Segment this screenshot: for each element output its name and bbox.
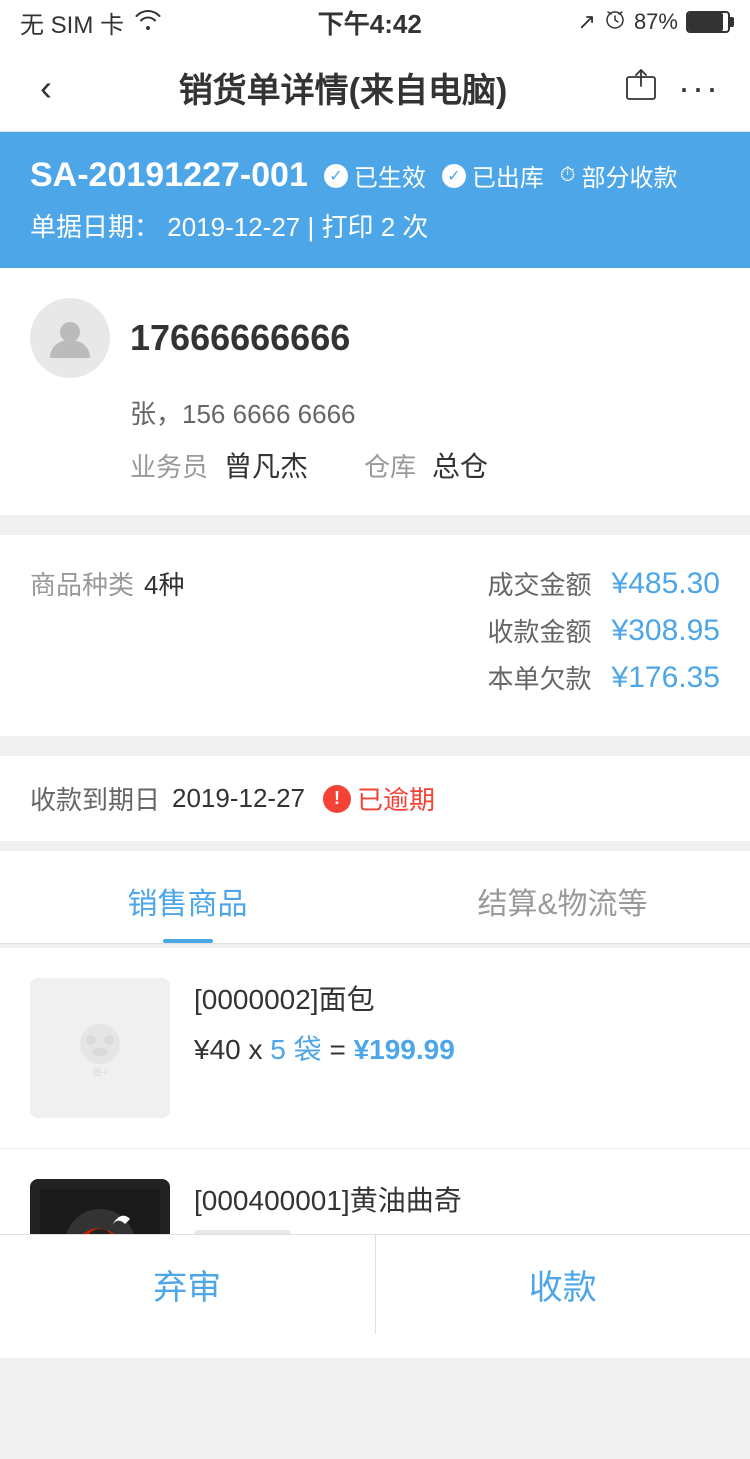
staff-label: 业务员 — [130, 447, 208, 484]
product-type-row: 商品种类 4种 — [30, 565, 184, 602]
product-name-2: [000400001]黄油曲奇 — [194, 1179, 720, 1219]
status-time: 下午4:42 — [318, 4, 422, 41]
product-name-1: [0000002]面包 — [194, 978, 720, 1018]
product-thumb-1: 兽+ — [30, 978, 170, 1118]
check-icon-1: ✓ — [324, 164, 348, 188]
carrier-text: 无 SIM 卡 — [20, 5, 124, 40]
location-icon: ↗ — [578, 9, 596, 35]
badge-active: ✓ 已生效 — [324, 158, 426, 193]
badge-shipped: ✓ 已出库 — [442, 158, 544, 193]
check-icon-2: ✓ — [442, 164, 466, 188]
battery-text: 87% — [634, 9, 678, 35]
alarm-icon — [604, 8, 626, 36]
due-date-value: 2019-12-27 — [172, 783, 305, 814]
overdue-icon: ! — [323, 785, 351, 813]
status-right: ↗ 87% — [578, 8, 730, 36]
staff-row: 业务员 曾凡杰 仓库 总仓 — [30, 445, 720, 485]
status-left: 无 SIM 卡 — [20, 5, 162, 40]
header-banner: SA-20191227-001 ✓ 已生效 ✓ 已出库 ⏱ 部分收款 单据日期：… — [0, 132, 750, 268]
received-amount-value: ¥308.95 — [612, 614, 720, 648]
print-count: 2 — [381, 212, 395, 242]
nav-title: 销货单详情(来自电脑) — [179, 63, 508, 112]
product-price-1: ¥40 x 5 袋 = ¥199.99 — [194, 1028, 720, 1068]
collect-payment-button[interactable]: 收款 — [376, 1235, 750, 1334]
price-unit-1: ¥40 — [194, 1034, 241, 1065]
customer-id: 17666666666 — [130, 317, 350, 359]
debt-label: 本单欠款 — [488, 659, 592, 696]
nav-actions: ··· — [624, 67, 720, 109]
tab-settlement[interactable]: 结算&物流等 — [375, 851, 750, 943]
nav-bar: ‹ 销货单详情(来自电脑) ··· — [0, 44, 750, 132]
summary-section: 商品种类 4种 成交金额 ¥485.30 收款金额 ¥308.95 本单欠款 ¥… — [0, 535, 750, 736]
badge-partial: ⏱ 部分收款 — [560, 158, 678, 193]
staff-name: 曾凡杰 — [224, 445, 308, 485]
due-date-section: 收款到期日 2019-12-27 ! 已逾期 — [0, 756, 750, 841]
deal-amount-row: 成交金额 ¥485.30 — [488, 565, 720, 602]
print-label: | 打印 — [307, 212, 373, 242]
summary-right: 成交金额 ¥485.30 收款金额 ¥308.95 本单欠款 ¥176.35 — [488, 565, 720, 706]
due-label: 收款到期日 — [30, 780, 160, 817]
more-icon[interactable]: ··· — [678, 67, 720, 109]
total-1: ¥199.99 — [354, 1034, 455, 1065]
debt-value: ¥176.35 — [612, 661, 720, 695]
abandon-review-button[interactable]: 弃审 — [0, 1235, 376, 1334]
order-id-row: SA-20191227-001 ✓ 已生效 ✓ 已出库 ⏱ 部分收款 — [30, 156, 720, 195]
summary-left: 商品种类 4种 — [30, 565, 184, 608]
customer-avatar — [30, 298, 110, 378]
product-item-1: 兽+ [0000002]面包 ¥40 x 5 袋 = ¥199.99 — [0, 948, 750, 1149]
overdue-badge: ! 已逾期 — [323, 780, 435, 817]
date-label: 单据日期： — [30, 212, 160, 242]
wifi-icon — [134, 8, 162, 37]
back-button[interactable]: ‹ — [30, 57, 62, 119]
overdue-text: 已逾期 — [357, 780, 435, 817]
tabs-section: 销售商品 结算&物流等 — [0, 851, 750, 944]
svg-text:兽+: 兽+ — [92, 1066, 108, 1079]
status-bar: 无 SIM 卡 下午4:42 ↗ 87% — [0, 0, 750, 44]
print-unit: 次 — [402, 212, 428, 242]
warehouse-name: 总仓 — [432, 445, 488, 485]
deal-amount-label: 成交金额 — [488, 565, 592, 602]
customer-phone: 张，156 6666 6666 — [30, 394, 720, 431]
customer-name-row: 17666666666 — [30, 298, 720, 378]
order-date: 2019-12-27 — [167, 212, 300, 242]
qty-unit-1: 袋 — [294, 1034, 322, 1065]
received-amount-row: 收款金额 ¥308.95 — [488, 612, 720, 649]
product-type-label: 商品种类 — [30, 565, 134, 602]
debt-row: 本单欠款 ¥176.35 — [488, 659, 720, 696]
warehouse-label: 仓库 — [364, 447, 416, 484]
qty-1: 5 — [270, 1034, 286, 1065]
battery-icon — [686, 11, 730, 33]
customer-section: 17666666666 张，156 6666 6666 业务员 曾凡杰 仓库 总… — [0, 268, 750, 515]
product-info-1: [0000002]面包 ¥40 x 5 袋 = ¥199.99 — [194, 978, 720, 1118]
tab-sales-products[interactable]: 销售商品 — [0, 851, 375, 943]
header-date-row: 单据日期： 2019-12-27 | 打印 2 次 — [30, 207, 720, 244]
share-icon[interactable] — [624, 67, 658, 109]
bottom-bar: 弃审 收款 — [0, 1234, 750, 1334]
received-amount-label: 收款金额 — [488, 612, 592, 649]
tabs-row: 销售商品 结算&物流等 — [0, 851, 750, 944]
deal-amount-value: ¥485.30 — [612, 567, 720, 601]
order-id: SA-20191227-001 — [30, 156, 308, 195]
product-type-value: 4种 — [144, 565, 184, 602]
